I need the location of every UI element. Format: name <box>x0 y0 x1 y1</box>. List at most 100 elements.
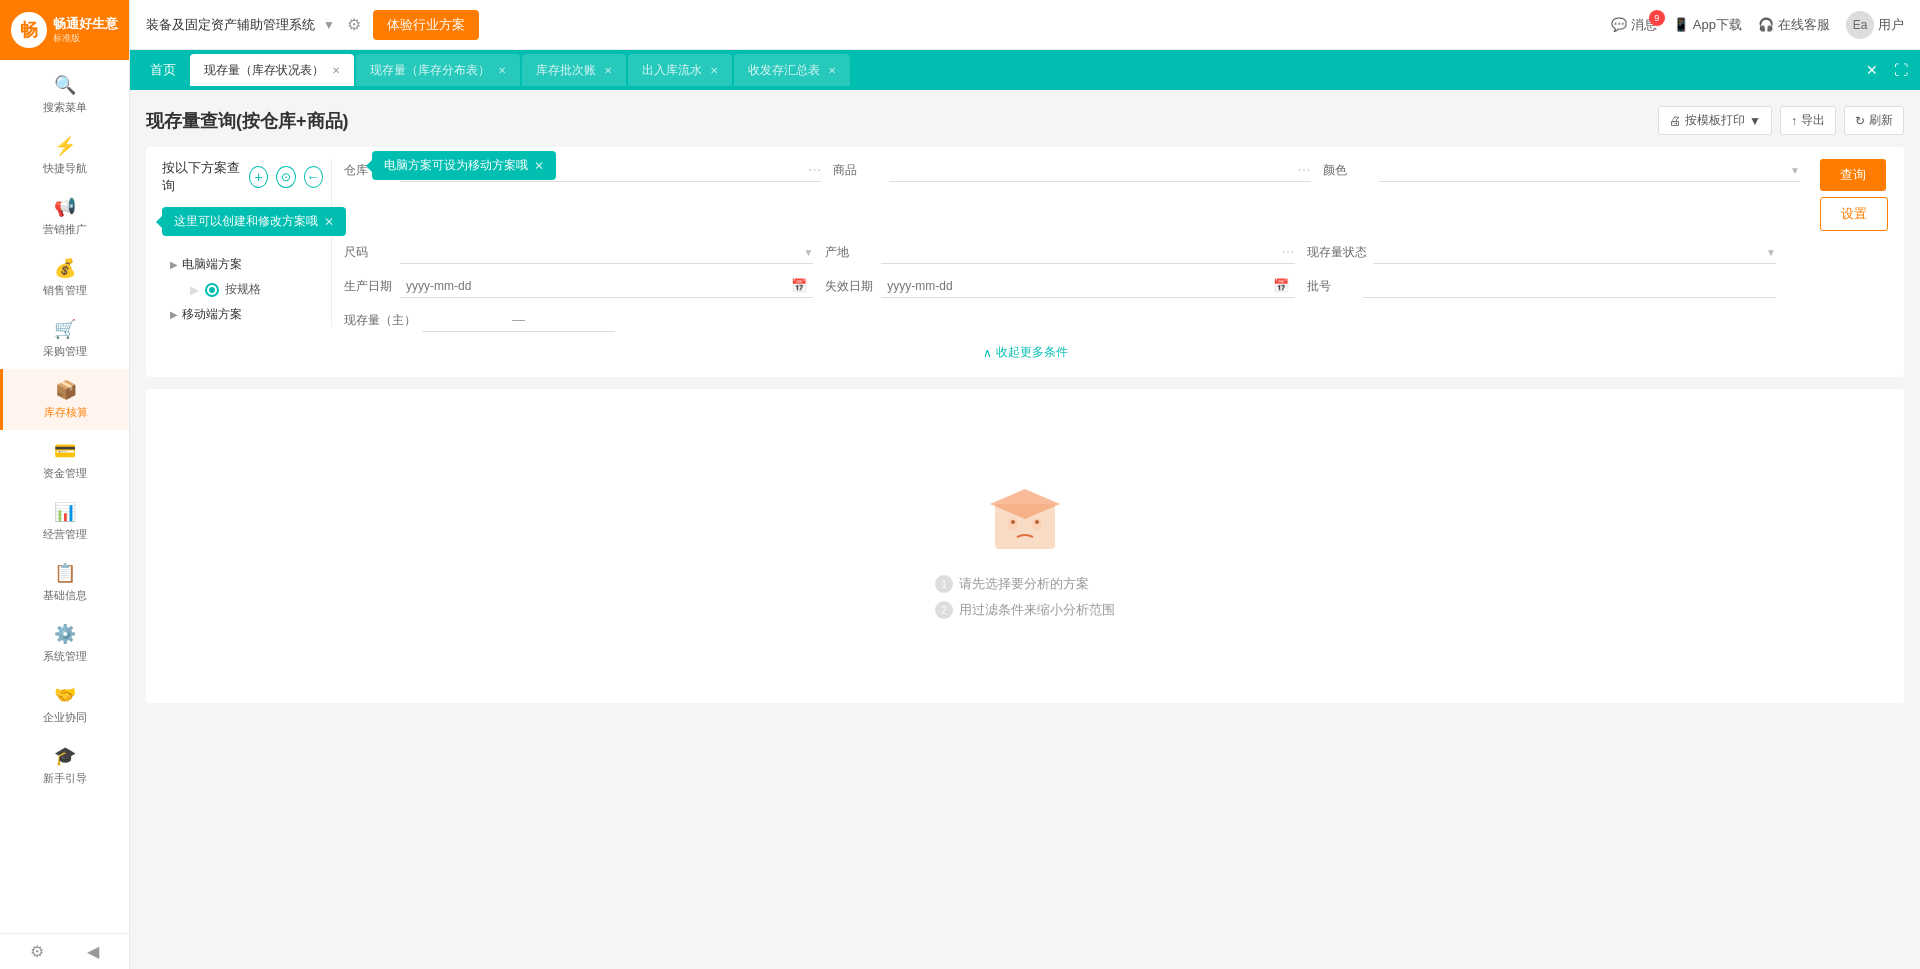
tab-inventory-dist-close[interactable]: ✕ <box>498 65 506 76</box>
stock-main-field: 现存量（主） — <box>344 308 744 332</box>
system-name: 装备及固定资产辅助管理系统 <box>146 16 315 34</box>
sidebar-item-basic-info[interactable]: 📋 基础信息 <box>0 552 129 613</box>
sidebar-item-enterprise[interactable]: 🤝 企业协同 <box>0 674 129 735</box>
sidebar-item-system[interactable]: ⚙️ 系统管理 <box>0 613 129 674</box>
expiry-date-field: 失效日期 📅 <box>825 274 1294 298</box>
expiry-date-input-wrap: 📅 <box>881 274 1294 298</box>
add-scheme-button[interactable]: + <box>249 166 268 188</box>
origin-input[interactable] <box>881 241 1281 263</box>
user-item[interactable]: Ea 用户 <box>1846 11 1904 39</box>
online-service-label: 在线客服 <box>1778 16 1830 34</box>
guide-icon: 🎓 <box>54 745 76 767</box>
refresh-button[interactable]: ↻ 刷新 <box>1844 106 1904 135</box>
color-field: 颜色 ▼ <box>1323 159 1800 182</box>
range-dash: — <box>512 312 525 327</box>
stock-main-from-input[interactable] <box>428 313 508 327</box>
search-button[interactable]: 查询 <box>1820 159 1886 191</box>
filter-top-row: 按以下方案查询 + ⊙ ← 电脑方案可设为移动方案哦 ✕ 这里可以创建 <box>162 159 1888 336</box>
tab-home[interactable]: 首页 <box>138 54 188 86</box>
expiry-date-calendar-icon[interactable]: 📅 <box>1273 278 1289 293</box>
reset-button[interactable]: 设置 <box>1820 197 1888 231</box>
sidebar-item-marketing[interactable]: 📢 营销推广 <box>0 186 129 247</box>
expiry-date-input[interactable] <box>887 279 1268 293</box>
online-service-item[interactable]: 🎧 在线客服 <box>1758 16 1830 34</box>
export-button[interactable]: ↑ 导出 <box>1780 106 1836 135</box>
production-date-input[interactable] <box>406 279 787 293</box>
industry-solution-button[interactable]: 体验行业方案 <box>373 10 479 40</box>
user-label: 用户 <box>1878 16 1904 34</box>
batch-label: 批号 <box>1307 278 1357 295</box>
size-label: 尺码 <box>344 244 394 261</box>
color-input[interactable] <box>1379 159 1790 181</box>
app-download-item[interactable]: 📱 App下载 <box>1673 16 1742 34</box>
tab-inventory-dist-label: 现存量（库存分布表） <box>370 62 490 79</box>
production-date-field: 生产日期 📅 <box>344 274 813 298</box>
tab-collect-summary-close[interactable]: ✕ <box>828 65 836 76</box>
size-chevron-icon: ▼ <box>803 247 813 258</box>
page-title-actions: 🖨 按模板打印 ▼ ↑ 导出 ↻ 刷新 <box>1658 106 1904 135</box>
purchase-icon: 🛒 <box>54 318 76 340</box>
color-label: 颜色 <box>1323 162 1373 179</box>
settings-icon[interactable]: ⚙ <box>347 15 361 34</box>
pc-sub-scheme-node[interactable]: ▶ 按规格 <box>182 277 323 302</box>
template-print-button[interactable]: 🖨 按模板打印 ▼ <box>1658 106 1772 135</box>
pc-scheme-node[interactable]: ▶ 电脑端方案 <box>162 252 323 277</box>
tab-in-out-flow[interactable]: 出入库流水 ✕ <box>628 54 732 86</box>
mobile-scheme-node[interactable]: ▶ 移动端方案 <box>162 302 323 327</box>
settings-bottom-btn[interactable]: ⚙ <box>30 942 44 961</box>
copy-scheme-button[interactable]: ⊙ <box>276 166 295 188</box>
sidebar-item-quick-nav[interactable]: ⚡ 快捷导航 <box>0 125 129 186</box>
tooltip-create-text: 这里可以创建和修改方案哦 <box>174 213 318 230</box>
tab-inventory-status[interactable]: 现存量（库存状况表） ✕ <box>190 54 354 86</box>
goods-input[interactable] <box>889 159 1297 181</box>
sidebar-item-search-menu[interactable]: 🔍 搜索菜单 <box>0 64 129 125</box>
tooltip-create-close[interactable]: ✕ <box>324 215 334 229</box>
production-date-calendar-icon[interactable]: 📅 <box>791 278 807 293</box>
collapse-up-icon: ∧ <box>983 346 992 360</box>
stock-status-label: 现存量状态 <box>1307 244 1367 261</box>
tab-collect-summary[interactable]: 收发存汇总表 ✕ <box>734 54 850 86</box>
mobile-icon: 📱 <box>1673 17 1689 32</box>
tab-close-all-btn[interactable]: ✕ <box>1862 58 1882 82</box>
warehouse-dots[interactable]: ··· <box>808 161 821 179</box>
sidebar-item-purchase[interactable]: 🛒 采购管理 <box>0 308 129 369</box>
sidebar-item-sales[interactable]: 💰 销售管理 <box>0 247 129 308</box>
size-input[interactable] <box>400 241 803 263</box>
tab-batch-account[interactable]: 库存批次账 ✕ <box>522 54 626 86</box>
tab-in-out-flow-close[interactable]: ✕ <box>710 65 718 76</box>
message-item[interactable]: 💬 消息 9 <box>1611 16 1657 34</box>
sidebar-item-guide[interactable]: 🎓 新手引导 <box>0 735 129 796</box>
collapse-bar[interactable]: ∧ 收起更多条件 <box>162 336 1888 365</box>
stock-main-to-input[interactable] <box>529 313 609 327</box>
app-download-label: App下载 <box>1693 16 1742 34</box>
message-badge: 9 <box>1649 10 1665 26</box>
tab-inventory-dist[interactable]: 现存量（库存分布表） ✕ <box>356 54 520 86</box>
sidebar-item-inventory[interactable]: 📦 库存核算 <box>0 369 129 430</box>
marketing-icon: 📢 <box>54 196 76 218</box>
page-title: 现存量查询(按仓库+商品) <box>146 109 349 133</box>
active-dot <box>207 285 217 295</box>
message-icon: 💬 <box>1611 17 1627 32</box>
tab-batch-account-close[interactable]: ✕ <box>604 65 612 76</box>
batch-input[interactable] <box>1363 275 1776 298</box>
quick-nav-icon: ⚡ <box>54 135 76 157</box>
goods-dots[interactable]: ··· <box>1297 161 1310 179</box>
operations-icon: 📊 <box>54 501 76 523</box>
origin-dots[interactable]: ··· <box>1281 243 1294 261</box>
sidebar-item-operations[interactable]: 📊 经营管理 <box>0 491 129 552</box>
back-scheme-button[interactable]: ← <box>304 166 323 188</box>
collapse-sidebar-btn[interactable]: ◀ <box>87 942 99 961</box>
topbar-system: 装备及固定资产辅助管理系统 ▼ <box>146 16 335 34</box>
step1-label: 请先选择要分析的方案 <box>959 575 1089 593</box>
tab-inventory-status-close[interactable]: ✕ <box>332 65 340 76</box>
tab-inventory-status-label: 现存量（库存状况表） <box>204 62 324 79</box>
finance-icon: 💳 <box>54 440 76 462</box>
tab-fullscreen-btn[interactable]: ⛶ <box>1890 58 1912 82</box>
pc-scheme-label: 电脑端方案 <box>182 256 242 273</box>
production-date-input-wrap: 📅 <box>400 274 813 298</box>
svg-point-3 <box>1011 520 1015 524</box>
sidebar-item-finance[interactable]: 💳 资金管理 <box>0 430 129 491</box>
tooltip-scheme-close[interactable]: ✕ <box>534 159 544 173</box>
stock-status-input[interactable] <box>1373 241 1766 263</box>
collapse-label: 收起更多条件 <box>996 344 1068 361</box>
